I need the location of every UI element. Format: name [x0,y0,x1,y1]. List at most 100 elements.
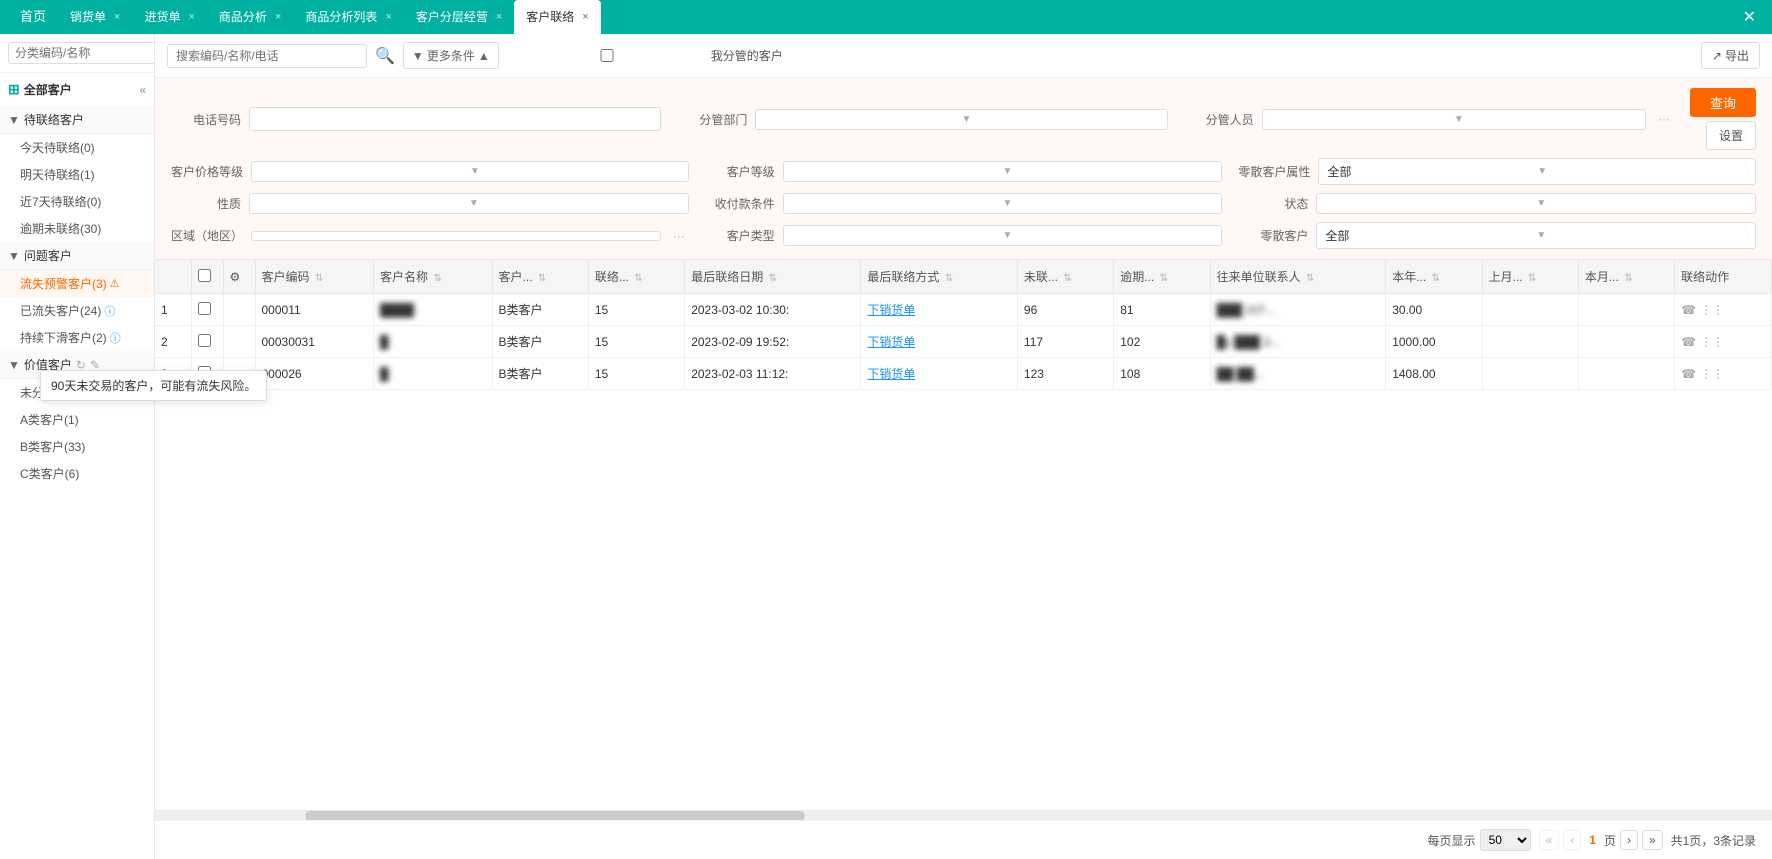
collapse-sidebar-icon[interactable]: « [139,83,146,97]
sort-name-icon[interactable]: ⇅ [433,273,441,284]
cell-tmonth-2 [1578,326,1674,358]
close-tab-purchase-icon[interactable]: × [188,0,194,34]
close-tab-analysis-list-icon[interactable]: × [385,0,391,34]
first-page-button[interactable]: « [1539,830,1560,850]
person-select[interactable]: ▼ [1262,109,1646,130]
sort-code-icon[interactable]: ⇅ [315,273,323,284]
cell-contact-type-2[interactable]: 下销货单 [861,326,1018,358]
last-page-button[interactable]: » [1642,830,1663,850]
cell-contact-1: 15 [588,294,684,326]
sidebar-item-today-contact[interactable]: 今天待联络(0) [0,134,154,161]
search-input[interactable] [167,44,367,68]
sidebar-item-class-c[interactable]: C类客户(6) [0,460,154,487]
sort-type-icon[interactable]: ⇅ [538,273,546,284]
nav-tab-customer-tier[interactable]: 客户分层经营 × [404,0,514,34]
area-more-icon[interactable]: ··· [669,229,689,243]
retail-attr-select[interactable]: 全部 ▼ [1318,158,1756,185]
window-close-button[interactable]: ✕ [1735,7,1764,27]
sidebar-search-input[interactable] [8,42,155,64]
payment-chevron-icon: ▼ [1003,198,1214,209]
cell-name-2: █ [374,326,493,358]
prev-page-button[interactable]: ‹ [1563,830,1581,850]
sidebar-item-declining[interactable]: 持续下滑客户(2) ⓘ [0,324,154,351]
sidebar-item-churn-warning[interactable]: 流失预警客户(3) ⚠ [0,270,154,297]
my-customers-checkbox-area[interactable]: 我分管的客户 [507,47,783,64]
grade-select[interactable]: ▼ [783,161,1223,182]
sort-year-icon[interactable]: ⇅ [1432,273,1440,284]
export-button[interactable]: ↗ 导出 [1701,42,1760,69]
sort-contact-icon[interactable]: ⇅ [634,273,642,284]
sidebar-all-customers[interactable]: ⊞ 全部客户 « [0,73,154,106]
sidebar-section-pending[interactable]: ▼ 待联络客户 [0,106,154,134]
more-conditions-button[interactable]: ▼ 更多条件 ▲ [403,42,499,69]
status-select[interactable]: ▼ [1316,193,1756,214]
sort-unit-icon[interactable]: ⇅ [1306,273,1314,284]
row-checkbox-2[interactable] [198,334,211,347]
cell-checkbox-2[interactable] [191,326,223,358]
cell-year-2: 1000.00 [1386,326,1482,358]
action-phone-icon-1[interactable]: ☎ [1681,303,1696,317]
nav-tab-sales[interactable]: 销货单 × [58,0,132,34]
query-button[interactable]: 查询 [1690,88,1756,117]
price-grade-label: 客户价格等级 [171,163,243,180]
sort-contact-type-icon[interactable]: ⇅ [945,273,953,284]
nav-tab-customer-contact[interactable]: 客户联络 × [514,0,600,34]
person-more-icon[interactable]: ··· [1654,112,1674,126]
nav-tab-analysis[interactable]: 商品分析 × [207,0,293,34]
sort-date-icon[interactable]: ⇅ [769,273,777,284]
payment-select[interactable]: ▼ [783,193,1223,214]
action-more-icon-1[interactable]: ⋮⋮ [1700,303,1724,317]
cell-contact-type-1[interactable]: 下销货单 [861,294,1018,326]
customer-type-select[interactable]: ▼ [783,225,1223,246]
close-tab-customer-contact-icon[interactable]: × [582,0,588,34]
action-phone-icon-2[interactable]: ☎ [1681,335,1696,349]
horizontal-scrollbar[interactable] [155,810,1772,820]
sidebar-item-week-contact[interactable]: 近7天待联络(0) [0,188,154,215]
close-tab-sales-icon[interactable]: × [114,0,120,34]
nature-select[interactable]: ▼ [249,193,689,214]
close-tab-customer-tier-icon[interactable]: × [496,0,502,34]
cell-not-contacted-3: 123 [1017,358,1113,390]
sidebar-item-churned[interactable]: 已流失客户(24) ⓘ [0,297,154,324]
dept-select[interactable]: ▼ [755,109,1167,130]
nav-tab-analysis-list[interactable]: 商品分析列表 × [293,0,403,34]
next-page-button[interactable]: › [1620,830,1638,850]
my-customers-checkbox[interactable] [507,49,707,62]
col-actions: 联络动作 [1675,260,1772,294]
sidebar-item-overdue-contact[interactable]: 逾期未联络(30) [0,215,154,242]
price-grade-select[interactable]: ▼ [251,161,689,182]
select-all-checkbox[interactable] [198,269,211,282]
sidebar-item-class-a[interactable]: A类客户(1) [0,406,154,433]
cell-checkbox-1[interactable] [191,294,223,326]
person-chevron-icon: ▼ [1454,114,1637,125]
row-checkbox-1[interactable] [198,302,211,315]
page-size-select[interactable]: 20 50 100 [1480,829,1531,851]
close-tab-analysis-icon[interactable]: × [275,0,281,34]
sort-tmonth-icon[interactable]: ⇅ [1624,273,1632,284]
total-info: 共1页，3条记录 [1671,832,1756,849]
sort-overdue-icon[interactable]: ⇅ [1160,273,1168,284]
settings-button[interactable]: 设置 [1706,121,1756,150]
sidebar: 🔍 ⊞ 全部客户 « ▼ 待联络客户 今天待联络(0) 明天待联络(1) 近7天… [0,34,155,859]
cell-overdue-1: 81 [1114,294,1210,326]
cell-contact-type-3[interactable]: 下销货单 [861,358,1018,390]
sidebar-item-class-b[interactable]: B类客户(33) [0,433,154,460]
col-settings[interactable]: ⚙ [223,260,255,294]
nav-home[interactable]: 首页 [8,0,58,34]
retail-customer-select[interactable]: 全部 ▼ [1316,222,1756,249]
cell-lmonth-3 [1482,358,1578,390]
action-phone-icon-3[interactable]: ☎ [1681,367,1696,381]
cell-unit-contact-2: █y ███ 3... [1210,326,1386,358]
nav-tab-purchase[interactable]: 进货单 × [132,0,206,34]
sort-lmonth-icon[interactable]: ⇅ [1528,273,1536,284]
search-button[interactable]: 🔍 [375,46,395,66]
sidebar-item-tomorrow-contact[interactable]: 明天待联络(1) [0,161,154,188]
sidebar-section-problem[interactable]: ▼ 问题客户 [0,242,154,270]
col-contact: 联络... ⇅ [588,260,684,294]
sort-not-contacted-icon[interactable]: ⇅ [1063,273,1071,284]
action-more-icon-3[interactable]: ⋮⋮ [1700,367,1724,381]
payment-label: 收付款条件 [705,195,775,212]
action-more-icon-2[interactable]: ⋮⋮ [1700,335,1724,349]
area-select[interactable] [251,231,661,241]
phone-input[interactable] [249,107,661,131]
